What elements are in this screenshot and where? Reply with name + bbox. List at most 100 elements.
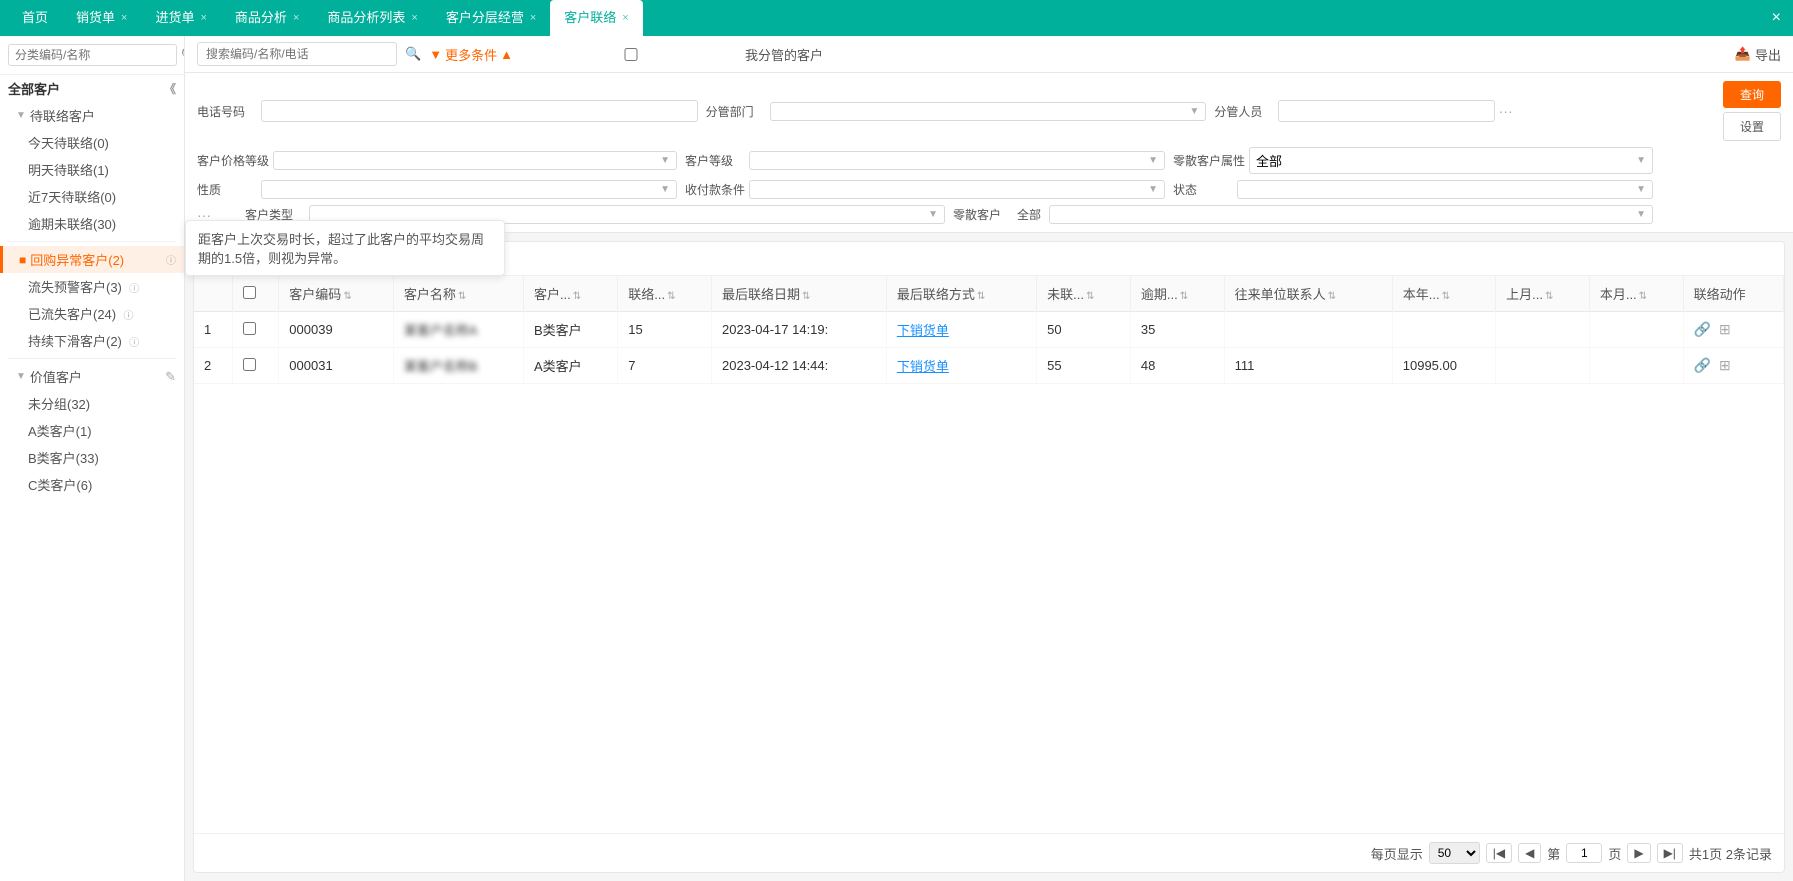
- td-not-contact-1: 50: [1037, 312, 1131, 348]
- td-lm-2: [1496, 348, 1590, 384]
- sidebar-all-customers[interactable]: 全部客户 《: [0, 75, 184, 102]
- row2-checkbox[interactable]: [243, 358, 256, 371]
- window-close-icon[interactable]: ×: [1772, 9, 1781, 27]
- sidebar-item-churn-warn[interactable]: 流失预警客户(3) ⓘ: [0, 273, 184, 300]
- classA-label: A类客户(1): [28, 424, 92, 439]
- nav-item-analysis[interactable]: 商品分析 ×: [221, 0, 313, 36]
- phone-input[interactable]: [261, 100, 698, 122]
- th-overdue[interactable]: 逾期...⇅: [1130, 276, 1224, 312]
- export-btn[interactable]: 📤 导出: [1735, 45, 1781, 64]
- action-link-icon-1[interactable]: 🔗: [1694, 321, 1711, 338]
- close-icon-customer-contact[interactable]: ×: [622, 0, 628, 36]
- dots-icon-person[interactable]: ···: [1499, 103, 1513, 119]
- sidebar-item-today[interactable]: 今天待联络(0): [0, 129, 184, 156]
- valor-actions: ✎: [165, 369, 176, 385]
- close-icon-analysis-list[interactable]: ×: [411, 0, 417, 36]
- sidebar-item-classC[interactable]: C类客户(6): [0, 471, 184, 498]
- my-customer-checkbox[interactable]: 我分管的客户: [521, 45, 823, 64]
- scatter-select[interactable]: ▼: [1049, 205, 1653, 224]
- status-select[interactable]: ▼: [1237, 180, 1653, 199]
- scatter-prop-value: 全部: [1256, 151, 1282, 170]
- last-method-link-1[interactable]: 下销货单: [897, 323, 949, 338]
- churned-label: 已流失客户(24): [28, 307, 116, 322]
- th-name[interactable]: 客户名称⇅: [393, 276, 523, 312]
- search-input[interactable]: [197, 42, 397, 66]
- close-icon-analysis[interactable]: ×: [293, 0, 299, 36]
- sidebar-item-classA[interactable]: A类客户(1): [0, 417, 184, 444]
- grade-select[interactable]: ▼: [749, 151, 1165, 170]
- nav-item-customer-contact[interactable]: 客户联络 ×: [550, 0, 642, 36]
- person-input[interactable]: [1278, 100, 1494, 122]
- close-icon-purchase[interactable]: ×: [200, 0, 206, 36]
- action-grid-icon-2[interactable]: ⊞: [1719, 357, 1731, 374]
- query-button[interactable]: 查询: [1723, 81, 1781, 108]
- sidebar-group-waiting[interactable]: ▼ 待联络客户: [0, 102, 184, 129]
- sidebar-item-tomorrow[interactable]: 明天待联络(1): [0, 156, 184, 183]
- nav-item-analysis-list[interactable]: 商品分析列表 ×: [313, 0, 431, 36]
- prev-page-btn[interactable]: ◀: [1518, 843, 1541, 863]
- price-grade-select[interactable]: ▼: [273, 151, 677, 170]
- dept-label: 分管部门: [706, 103, 766, 120]
- triangle-icon-valor: ▼: [16, 371, 26, 382]
- th-not-contact[interactable]: 未联...⇅: [1037, 276, 1131, 312]
- more-conditions-btn[interactable]: ▼ 更多条件 ▲: [429, 45, 513, 64]
- sidebar-item-abnormal[interactable]: ■ 回购异常客户(2) ⓘ: [0, 246, 184, 273]
- scatter-prop-select[interactable]: 全部 ▼: [1249, 147, 1653, 174]
- close-icon-customer-tier[interactable]: ×: [530, 0, 536, 36]
- nav-item-home[interactable]: 首页: [8, 0, 62, 36]
- th-action: 联络动作: [1683, 276, 1783, 312]
- th-last-method[interactable]: 最后联络方式⇅: [886, 276, 1036, 312]
- action-link-icon-2[interactable]: 🔗: [1694, 357, 1711, 374]
- per-page-select[interactable]: 50 20 100: [1429, 842, 1480, 864]
- th-company-contact[interactable]: 往来单位联系人⇅: [1224, 276, 1392, 312]
- close-icon-sales[interactable]: ×: [121, 0, 127, 36]
- td-contact-2: 7: [618, 348, 712, 384]
- all-customers-label: 全部客户: [8, 79, 60, 98]
- adv-filter-row3: 性质 ▼ 收付款条件 ▼ 状态: [197, 180, 1781, 199]
- info-icon-churn: ⓘ: [129, 284, 139, 295]
- sidebar-item-week[interactable]: 近7天待联络(0): [0, 183, 184, 210]
- th-year-amount[interactable]: 本年...⇅: [1392, 276, 1495, 312]
- td-code-1: 000039: [279, 312, 394, 348]
- sidebar-item-declining[interactable]: 持续下滑客户(2) ⓘ: [0, 327, 184, 354]
- select-all-checkbox[interactable]: [243, 286, 256, 299]
- th-code[interactable]: 客户编码⇅: [279, 276, 394, 312]
- th-this-month[interactable]: 本月...⇅: [1589, 276, 1683, 312]
- my-customer-check[interactable]: [521, 48, 741, 61]
- filter-cell-grade: 客户等级 ▼: [685, 151, 1165, 170]
- filter-cell-price-grade: 客户价格等级 ▼: [197, 151, 677, 170]
- sidebar-item-ungroup[interactable]: 未分组(32): [0, 390, 184, 417]
- sidebar-valor-header[interactable]: ▼ 价值客户 ✎: [0, 363, 184, 390]
- payment-select[interactable]: ▼: [749, 180, 1165, 199]
- churn-warn-label: 流失预警客户(3): [28, 280, 122, 295]
- th-customer-type[interactable]: 客户...⇅: [523, 276, 617, 312]
- filter-cell-payment: 收付款条件 ▼: [685, 180, 1165, 199]
- nav-item-sales[interactable]: 销货单 ×: [62, 0, 141, 36]
- row1-checkbox[interactable]: [243, 322, 256, 335]
- last-page-btn[interactable]: ▶|: [1657, 843, 1683, 863]
- sidebar-search-input[interactable]: [8, 44, 177, 66]
- th-contact[interactable]: 联络...⇅: [618, 276, 712, 312]
- next-page-btn[interactable]: ▶: [1627, 843, 1650, 863]
- td-overdue-2: 48: [1130, 348, 1224, 384]
- th-last-date[interactable]: 最后联络日期⇅: [712, 276, 887, 312]
- dept-select[interactable]: ▼: [770, 102, 1207, 121]
- data-table: 客户编码⇅ 客户名称⇅ 客户...⇅ 联络...⇅ 最后联络日期⇅ 最后联络方式…: [194, 276, 1784, 384]
- filter-search-icon[interactable]: 🔍: [405, 46, 421, 62]
- edit-icon[interactable]: ✎: [165, 369, 176, 385]
- valor-header-label: 价值客户: [30, 367, 82, 386]
- sidebar-item-overdue[interactable]: 逾期未联络(30): [0, 210, 184, 237]
- sidebar-item-classB[interactable]: B类客户(33): [0, 444, 184, 471]
- sidebar-item-churned[interactable]: 已流失客户(24) ⓘ: [0, 300, 184, 327]
- th-year-amount-label: 本年...: [1403, 287, 1440, 302]
- last-method-link-2[interactable]: 下销货单: [897, 359, 949, 374]
- nature-select[interactable]: ▼: [261, 180, 677, 199]
- action-grid-icon-1[interactable]: ⊞: [1719, 321, 1731, 338]
- first-page-btn[interactable]: |◀: [1486, 843, 1512, 863]
- nav-item-purchase[interactable]: 进货单 ×: [141, 0, 220, 36]
- nav-item-customer-tier[interactable]: 客户分层经营 ×: [432, 0, 550, 36]
- table-scroll[interactable]: 客户编码⇅ 客户名称⇅ 客户...⇅ 联络...⇅ 最后联络日期⇅ 最后联络方式…: [194, 276, 1784, 833]
- page-input[interactable]: [1566, 843, 1602, 863]
- settings-button[interactable]: 设置: [1723, 112, 1781, 141]
- th-last-month[interactable]: 上月...⇅: [1496, 276, 1590, 312]
